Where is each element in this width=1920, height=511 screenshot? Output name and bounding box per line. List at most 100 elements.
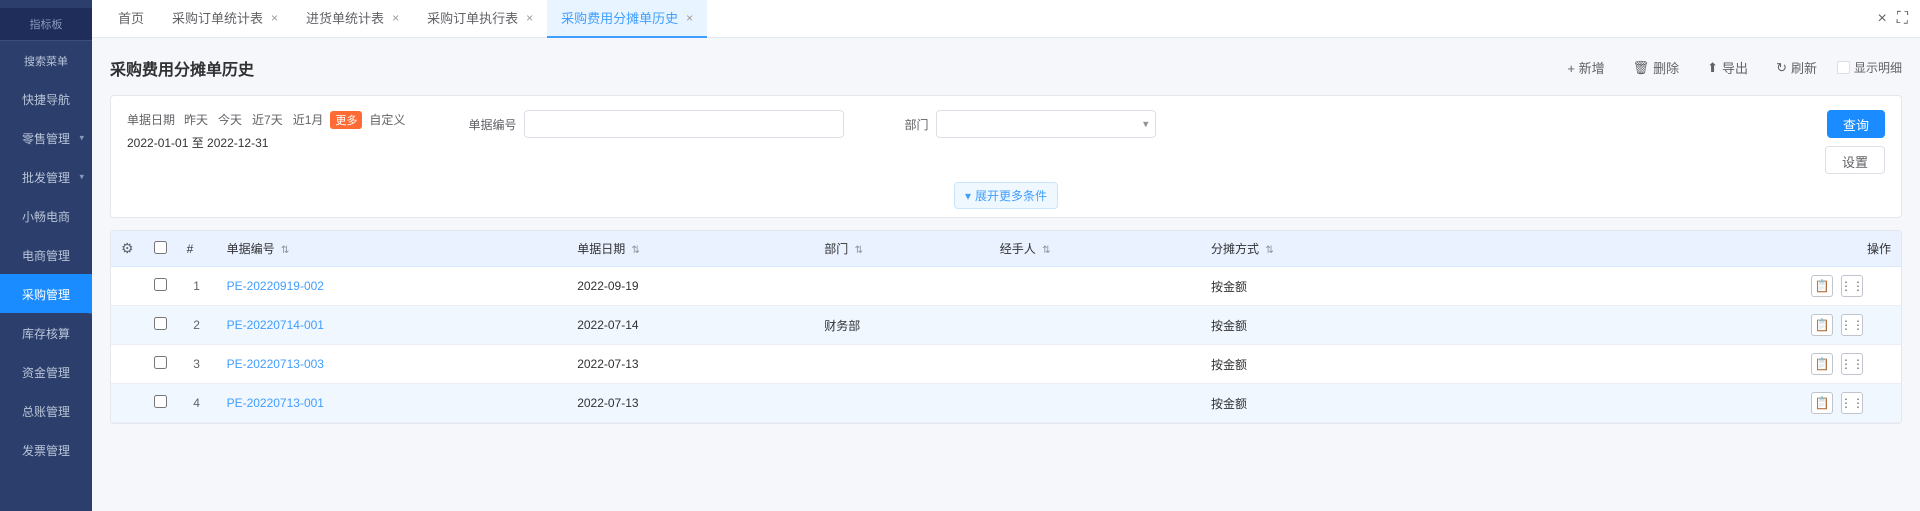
view-icon-4[interactable]: 📋	[1811, 392, 1833, 414]
sidebar-item-wholesale[interactable]: 批发管理 ▾	[0, 157, 92, 196]
sidebar-item-retail[interactable]: 零售管理 ▾	[0, 118, 92, 157]
sidebar-item-inventory[interactable]: 库存核算	[0, 313, 92, 352]
td-handler-4	[990, 384, 1201, 423]
sidebar-item-search[interactable]: 搜索菜单	[0, 41, 92, 79]
shortcut-more[interactable]: 更多	[330, 111, 362, 129]
td-check-2	[144, 306, 177, 345]
td-date-4: 2022-07-13	[567, 384, 814, 423]
row-3-checkbox[interactable]	[154, 356, 167, 369]
display-toggle[interactable]: 显示明细	[1837, 59, 1902, 76]
toolbar: + 新增 🗑 删除 ⬆ 导出 ↻ 刷新 显示明细	[1559, 54, 1902, 81]
td-gear-1	[111, 267, 144, 306]
shortcut-today[interactable]: 今天	[215, 110, 245, 129]
display-toggle-checkbox[interactable]	[1837, 61, 1850, 74]
tab-home[interactable]: 首页	[104, 0, 158, 38]
td-split-4: 按金额	[1201, 384, 1801, 423]
td-date-1: 2022-09-19	[567, 267, 814, 306]
table-row: 3 PE-20220713-003 2022-07-13 按金额 📋 ⋮⋮	[111, 345, 1901, 384]
doc-no-input[interactable]	[524, 110, 844, 138]
tab-purchase-exec-close[interactable]: ×	[526, 11, 533, 25]
settings-button[interactable]: 设置	[1825, 146, 1885, 174]
shortcut-custom[interactable]: 自定义	[366, 110, 408, 129]
td-gear-3	[111, 345, 144, 384]
tab-inbound-stats[interactable]: 进货单统计表 ×	[292, 0, 413, 38]
td-doc-no-4: PE-20220713-001	[217, 384, 568, 423]
tab-inbound-stats-label: 进货单统计表	[306, 8, 384, 27]
td-num-1: 1	[177, 267, 217, 306]
td-gear-2	[111, 306, 144, 345]
delete-icon: 🗑	[1633, 60, 1650, 76]
td-ops-4: 📋 ⋮⋮	[1801, 384, 1901, 423]
sort-icon-doc-no[interactable]: ⇅	[281, 245, 289, 256]
shortcut-1month[interactable]: 近1月	[290, 110, 327, 129]
sidebar-item-purchase[interactable]: 采购管理	[0, 274, 92, 313]
th-num: #	[177, 231, 217, 267]
more-icon-1[interactable]: ⋮⋮	[1841, 275, 1863, 297]
doc-no-label: 单据编号	[468, 116, 516, 133]
row-4-checkbox[interactable]	[154, 395, 167, 408]
more-icon-4[interactable]: ⋮⋮	[1841, 392, 1863, 414]
query-button[interactable]: 查询	[1827, 110, 1885, 138]
sidebar-item-finance[interactable]: 资金管理	[0, 352, 92, 391]
th-doc-no-label: 单据编号	[227, 242, 275, 256]
th-check	[144, 231, 177, 267]
dept-input[interactable]	[936, 110, 1156, 138]
sidebar-item-mini[interactable]: 小畅电商	[0, 196, 92, 235]
select-all-checkbox[interactable]	[154, 241, 167, 254]
add-button[interactable]: + 新增	[1559, 54, 1612, 81]
view-icon-3[interactable]: 📋	[1811, 353, 1833, 375]
sort-icon-date[interactable]: ⇅	[632, 245, 640, 256]
td-check-3	[144, 345, 177, 384]
export-button[interactable]: ⬆ 导出	[1699, 54, 1756, 81]
active-indicator	[88, 274, 92, 313]
more-icon-2[interactable]: ⋮⋮	[1841, 314, 1863, 336]
td-check-1	[144, 267, 177, 306]
tab-purchase-fee-history[interactable]: 采购费用分摊单历史 ×	[547, 0, 707, 38]
sort-icon-dept[interactable]: ⇅	[855, 245, 863, 256]
doc-no-link-3[interactable]: PE-20220713-003	[227, 357, 324, 371]
dept-filter-group: 部门 ▾	[904, 110, 1156, 138]
tab-purchase-exec-label: 采购订单执行表	[427, 8, 518, 27]
gear-settings-icon[interactable]: ⚙	[121, 240, 134, 256]
sidebar-item-ledger[interactable]: 总账管理	[0, 391, 92, 430]
expand-more-button[interactable]: ▾ 展开更多条件	[954, 182, 1058, 209]
delete-button[interactable]: 🗑 删除	[1625, 54, 1688, 81]
sort-icon-split[interactable]: ⇅	[1265, 245, 1273, 256]
row-2-checkbox[interactable]	[154, 317, 167, 330]
expand-window-icon[interactable]: ⛶	[1897, 10, 1908, 28]
sidebar-item-invoice[interactable]: 发票管理	[0, 430, 92, 469]
tab-inbound-stats-close[interactable]: ×	[392, 11, 399, 25]
view-icon-1[interactable]: 📋	[1811, 275, 1833, 297]
td-ops-1: 📋 ⋮⋮	[1801, 267, 1901, 306]
shortcut-yesterday[interactable]: 昨天	[181, 110, 211, 129]
page-title: 采购费用分摊单历史	[110, 56, 254, 80]
td-gear-4	[111, 384, 144, 423]
td-num-4: 4	[177, 384, 217, 423]
tab-purchase-exec[interactable]: 采购订单执行表 ×	[413, 0, 547, 38]
tab-purchase-order-stats-close[interactable]: ×	[271, 11, 278, 25]
more-icon-3[interactable]: ⋮⋮	[1841, 353, 1863, 375]
doc-no-link-2[interactable]: PE-20220714-001	[227, 318, 324, 332]
view-icon-2[interactable]: 📋	[1811, 314, 1833, 336]
refresh-button[interactable]: ↻ 刷新	[1768, 54, 1825, 81]
table-row: 4 PE-20220713-001 2022-07-13 按金额 📋 ⋮⋮	[111, 384, 1901, 423]
close-window-icon[interactable]: ×	[1877, 10, 1886, 28]
doc-no-link-4[interactable]: PE-20220713-001	[227, 396, 324, 410]
sidebar-item-quick[interactable]: 快捷导航	[0, 79, 92, 118]
doc-no-link-1[interactable]: PE-20220919-002	[227, 279, 324, 293]
shortcut-7days[interactable]: 近7天	[249, 110, 286, 129]
sidebar: 指标板 搜索菜单 快捷导航 零售管理 ▾ 批发管理 ▾ 小畅电商 电商管理 采购…	[0, 0, 92, 511]
action-icons-3: 📋 ⋮⋮	[1811, 353, 1891, 375]
refresh-icon: ↻	[1776, 60, 1787, 76]
sort-icon-handler[interactable]: ⇅	[1042, 245, 1050, 256]
data-table: ⚙ # 单据编号 ⇅ 单据日期 ⇅	[110, 230, 1902, 424]
tab-purchase-order-stats[interactable]: 采购订单统计表 ×	[158, 0, 292, 38]
tab-home-label: 首页	[118, 8, 144, 27]
row-1-checkbox[interactable]	[154, 278, 167, 291]
action-icons-4: 📋 ⋮⋮	[1811, 392, 1891, 414]
tab-purchase-fee-history-close[interactable]: ×	[686, 11, 693, 25]
sidebar-item-ecommerce[interactable]: 电商管理	[0, 235, 92, 274]
td-doc-no-3: PE-20220713-003	[217, 345, 568, 384]
td-ops-3: 📋 ⋮⋮	[1801, 345, 1901, 384]
date-range-display: 2022-01-01 至 2022-12-31	[127, 134, 408, 151]
